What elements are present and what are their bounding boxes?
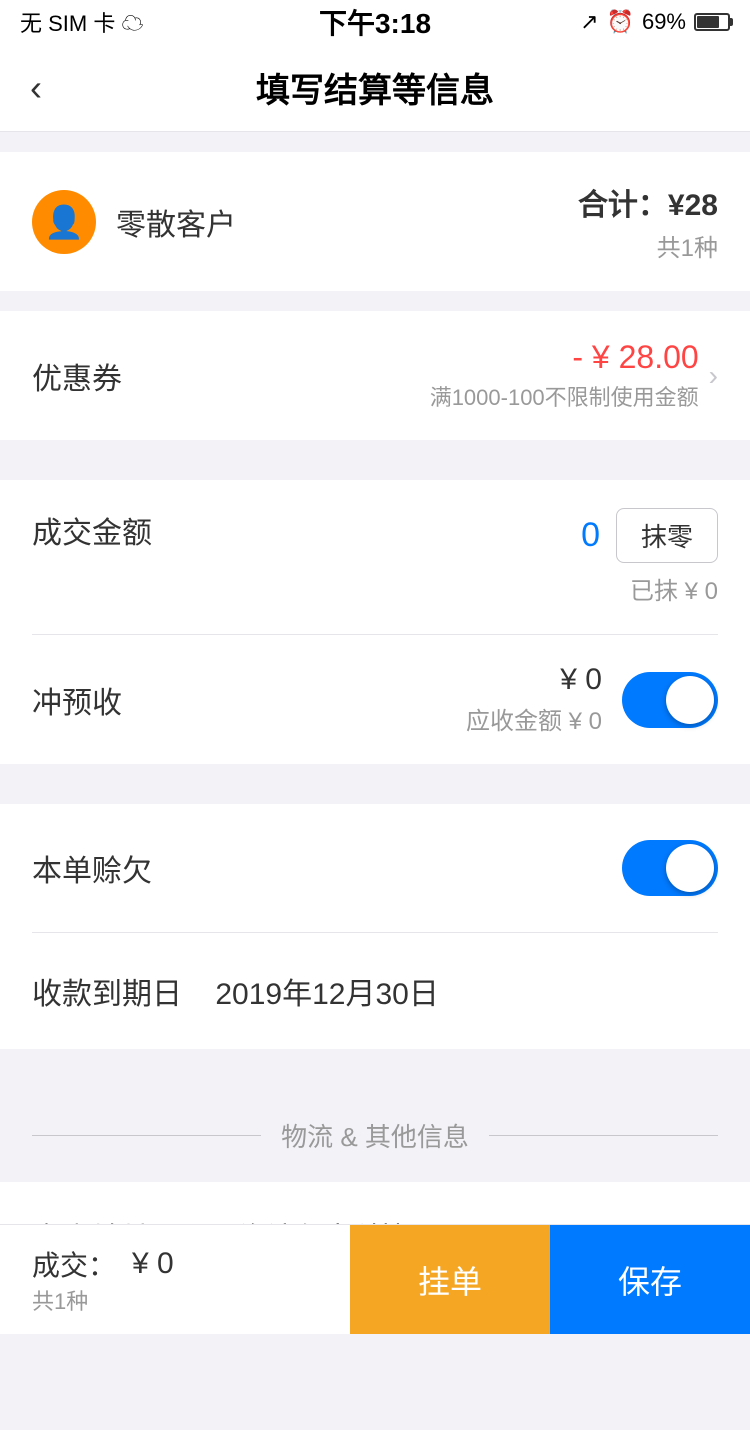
nav-bar: ‹ 填写结算等信息 (0, 44, 750, 132)
bottom-deal: 成交： ¥ 0 (32, 1244, 318, 1284)
coupon-desc: 满1000-100不限制使用金额 (430, 380, 699, 412)
logistics-header: 物流 & 其他信息 (32, 1117, 718, 1154)
bottom-deal-label: 成交： (32, 1244, 116, 1284)
coupon-row[interactable]: 优惠券 - ¥ 28.00 满1000-100不限制使用金额 › (0, 311, 750, 440)
coupon-chevron-icon: › (709, 360, 718, 392)
due-date-row: 收款到期日 2019年12月30日 (0, 933, 750, 1049)
amount-input-row: 0 抹零 (581, 508, 718, 563)
deal-amount-right: 0 抹零 已抹 ¥ 0 (581, 508, 718, 606)
advance-sub: 应收金额 ¥ 0 (466, 701, 602, 736)
debt-label: 本单赊欠 (32, 846, 152, 890)
sim-label: 无 SIM 卡 ☁ (20, 6, 143, 38)
status-bar: 无 SIM 卡 ☁ 下午3:18 ↗ ⏰ 69% (0, 0, 750, 44)
debt-toggle-knob (666, 844, 714, 892)
advance-amount: ¥ 0 (560, 663, 602, 697)
logistics-title: 物流 & 其他信息 (281, 1117, 469, 1154)
customer-row: 👤 零散客户 合计：¥28 共1种 (0, 152, 750, 291)
save-button[interactable]: 保存 (550, 1225, 750, 1334)
coupon-amount: - ¥ 28.00 (430, 339, 699, 376)
status-left: 无 SIM 卡 ☁ (20, 6, 143, 38)
advance-toggle[interactable] (622, 672, 718, 728)
avatar-icon: 👤 (44, 203, 84, 241)
hang-button[interactable]: 挂单 (350, 1225, 550, 1334)
advance-row: 冲预收 ¥ 0 应收金额 ¥ 0 (0, 635, 750, 764)
due-date-value: 2019年12月30日 (215, 978, 438, 1011)
logistics-section: 物流 & 其他信息 (0, 1089, 750, 1182)
deal-amount-row: 成交金额 0 抹零 已抹 ¥ 0 (0, 480, 750, 634)
coupon-right: - ¥ 28.00 满1000-100不限制使用金额 › (430, 339, 718, 412)
debt-row: 本单赊欠 (0, 804, 750, 932)
deal-amount-label: 成交金额 (32, 508, 152, 552)
bottom-count: 共1种 (32, 1284, 318, 1316)
toggle-knob (666, 676, 714, 724)
battery-percent: 69% (642, 9, 686, 35)
back-button[interactable]: ‹ (30, 67, 42, 109)
bottom-bar: 成交： ¥ 0 共1种 挂单 保存 (0, 1224, 750, 1334)
deal-amount-sub: 已抹 ¥ 0 (630, 571, 718, 606)
due-date-label: 收款到期日 (32, 978, 182, 1011)
alarm-icon: ⏰ (607, 9, 634, 35)
due-date-text: 收款到期日 2019年12月30日 (32, 978, 439, 1011)
customer-right: 合计：¥28 共1种 (578, 180, 718, 263)
logistics-line-right (489, 1135, 718, 1136)
status-right: ↗ ⏰ 69% (580, 9, 730, 35)
section-divider-1 (0, 460, 750, 480)
logistics-line-left (32, 1135, 261, 1136)
total-amount: 合计：¥28 (578, 180, 718, 224)
round-button[interactable]: 抹零 (616, 508, 718, 563)
section-divider-3 (0, 1069, 750, 1089)
deal-amount-value[interactable]: 0 (581, 516, 600, 555)
bottom-deal-amount: ¥ 0 (132, 1247, 174, 1281)
battery-icon (694, 13, 730, 31)
debt-toggle[interactable] (622, 840, 718, 896)
customer-name: 零散客户 (116, 200, 236, 244)
total-count: 共1种 (578, 228, 718, 263)
customer-avatar: 👤 (32, 190, 96, 254)
coupon-label: 优惠券 (32, 354, 122, 398)
advance-label: 冲预收 (32, 678, 122, 722)
section-divider-2 (0, 784, 750, 804)
advance-right: ¥ 0 应收金额 ¥ 0 (466, 663, 602, 736)
location-icon: ↗ (580, 9, 598, 35)
status-time: 下午3:18 (319, 2, 431, 42)
bottom-info: 成交： ¥ 0 共1种 (0, 1225, 350, 1334)
customer-left: 👤 零散客户 (32, 190, 236, 254)
nav-title: 填写结算等信息 (256, 63, 494, 112)
